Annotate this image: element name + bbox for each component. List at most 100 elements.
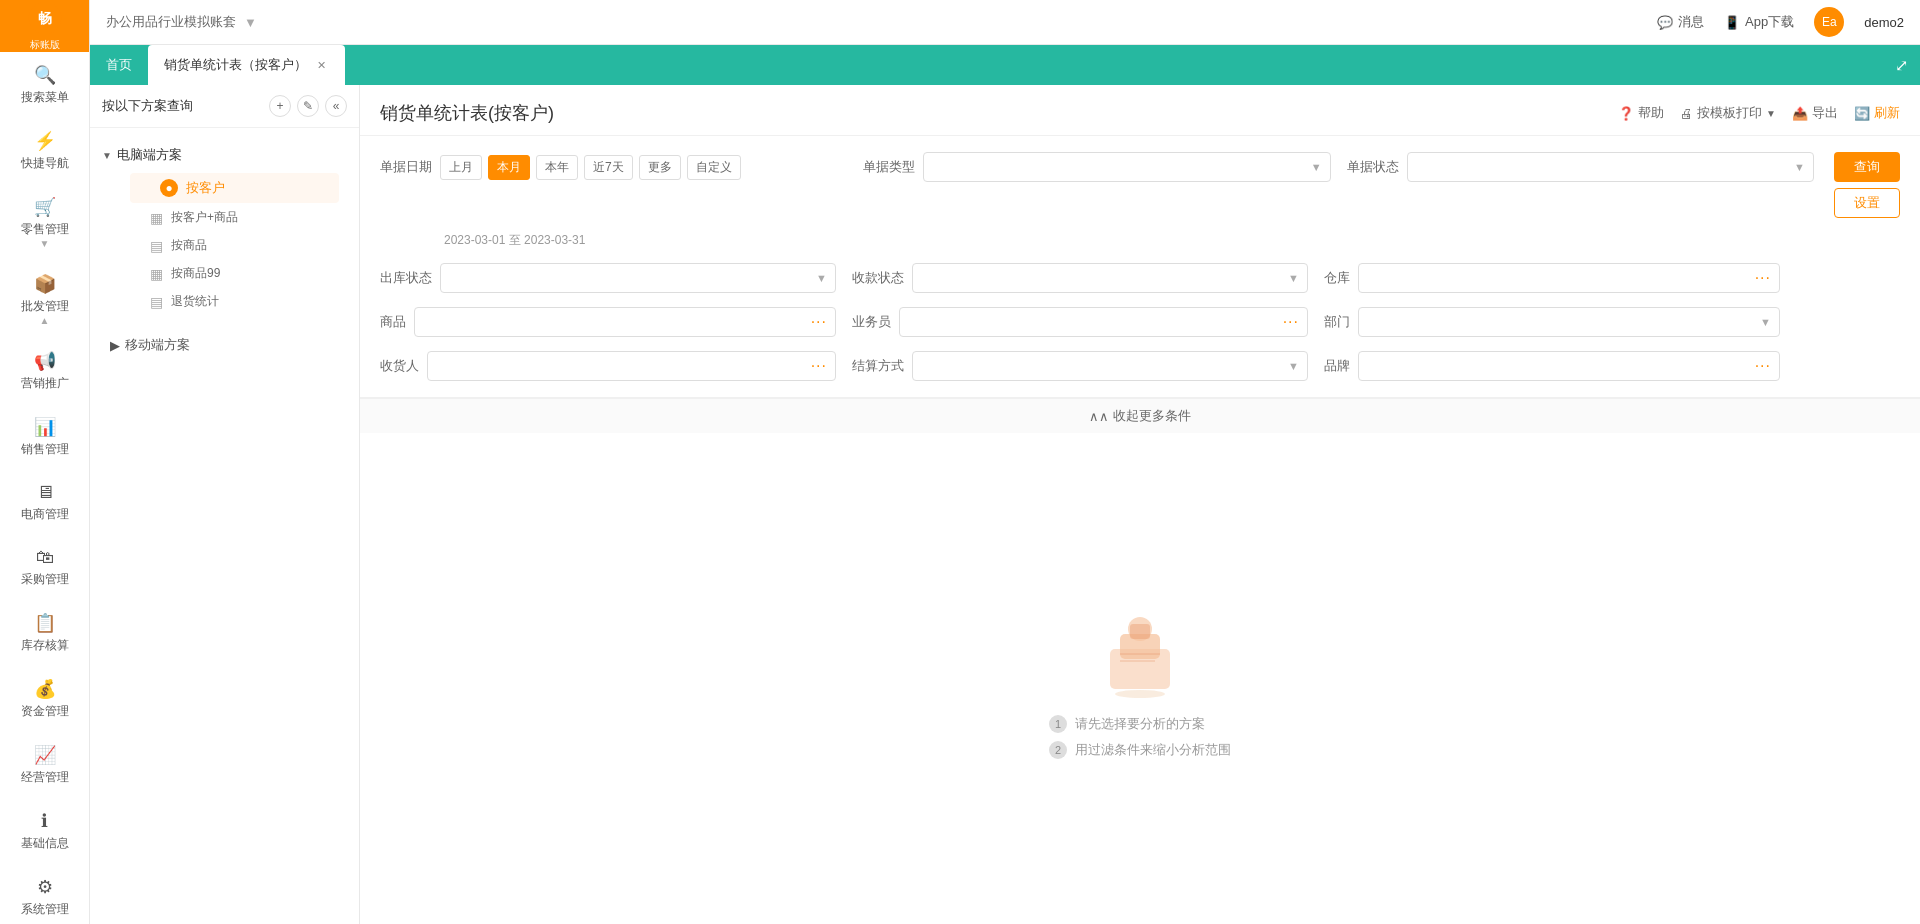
mobile-group-label: 移动端方案 [125,336,190,354]
collapse-panel-button[interactable]: « [325,95,347,117]
wholesale-icon: 📦 [34,273,56,295]
payment-select[interactable]: ▼ [912,263,1308,293]
marketing-icon: 📢 [34,350,56,372]
desktop-group: ▼ 电脑端方案 ● 按客户 ▦ 按客户+商品 [90,136,359,326]
help-button[interactable]: ❓ 帮助 [1618,104,1664,122]
settlement-select[interactable]: ▼ [912,351,1308,381]
sidebar-item-inventory[interactable]: 📋 库存核算 [0,600,90,666]
tab-home[interactable]: 首页 [90,45,148,85]
outbound-arrow-icon: ▼ [816,272,827,284]
tabbar: 首页 销货单统计表（按客户） ✕ ⤢ [90,45,1920,85]
add-scheme-button[interactable]: + [269,95,291,117]
sidebar-item-finance[interactable]: 💰 资金管理 [0,666,90,732]
outbound-select[interactable]: ▼ [440,263,836,293]
tab-home-label: 首页 [106,56,132,74]
tree-item-label-goods99: 按商品99 [171,265,220,282]
sidebar-item-marketing[interactable]: 📢 营销推广 [0,338,90,404]
username: demo2 [1864,15,1904,30]
sidebar-item-operation[interactable]: 📈 经营管理 [0,732,90,798]
salesperson-select[interactable]: ··· [899,307,1308,337]
sidebar-item-retail[interactable]: 🛒 零售管理 ▼ [0,184,90,261]
tree-item-by-goods99[interactable]: ▦ 按商品99 [130,260,339,287]
desktop-group-header[interactable]: ▼ 电脑端方案 [102,142,347,168]
desktop-subgroup: ● 按客户 ▦ 按客户+商品 ▤ 按商品 ▦ [102,168,347,320]
date-btn-thismonth[interactable]: 本月 [488,155,530,180]
arrow-right-icon: ▶ [110,338,120,353]
page-title-actions: ❓ 帮助 🖨 按模板打印 ▼ 📤 导出 🔄 刷新 [1618,104,1900,122]
platform-dropdown-icon[interactable]: ▼ [244,15,257,30]
brand-select[interactable]: ··· [1358,351,1780,381]
app-download-button[interactable]: 📱 App下载 [1724,13,1794,31]
tip-num-1: 1 [1049,715,1067,733]
logo[interactable]: 畅 标账版 [0,0,90,52]
template-dropdown-icon: ▼ [1766,108,1776,119]
filter-row4: 收货人 ··· 结算方式 ▼ 品牌 [380,351,1900,381]
svg-text:畅: 畅 [38,10,52,26]
message-label: 消息 [1678,13,1704,31]
warehouse-dots[interactable]: ··· [1755,269,1771,287]
receiver-select[interactable]: ··· [427,351,836,381]
logo-subtitle: 标账版 [30,38,60,52]
export-button[interactable]: 📤 导出 [1792,104,1838,122]
refresh-button[interactable]: 🔄 刷新 [1854,104,1900,122]
date-range-display: 2023-03-01 至 2023-03-31 [444,233,585,247]
salesperson-dots[interactable]: ··· [1283,313,1299,331]
tab-expand-button[interactable]: ⤢ [1883,56,1920,75]
message-button[interactable]: 💬 消息 [1657,13,1704,31]
tab-close-button[interactable]: ✕ [313,57,329,73]
query-button[interactable]: 查询 [1834,152,1900,182]
tab-sales-stats[interactable]: 销货单统计表（按客户） ✕ [148,45,345,85]
receiver-dots[interactable]: ··· [811,357,827,375]
tree-item-by-goods[interactable]: ▤ 按商品 [130,232,339,259]
sidebar-item-basic[interactable]: ℹ 基础信息 [0,798,90,864]
goods-select[interactable]: ··· [414,307,836,337]
brand-dots[interactable]: ··· [1755,357,1771,375]
receiver-filter-item: 收货人 ··· [380,351,836,381]
avatar[interactable]: Ea [1814,7,1844,37]
tree-item-by-customer[interactable]: ● 按客户 [130,173,339,203]
outbound-filter-item: 出库状态 ▼ [380,263,836,293]
doc-type-select[interactable]: ▼ [923,152,1330,182]
svg-point-8 [1115,690,1165,698]
sidebar-item-ecom[interactable]: 🖥 电商管理 [0,470,90,535]
tip-num-2: 2 [1049,741,1067,759]
date-btn-thisyear[interactable]: 本年 [536,155,578,180]
system-icon: ⚙ [37,876,53,898]
tree-item-return-stats[interactable]: ▤ 退货统计 [130,288,339,315]
sidebar-item-sales[interactable]: 📊 销售管理 [0,404,90,470]
receiver-label: 收货人 [380,357,419,375]
filter-row3: 商品 ··· 业务员 ··· 部门 [380,307,1900,337]
goods-dots[interactable]: ··· [811,313,827,331]
doc-type-filter-item: 单据类型 ▼ [863,152,1330,182]
date-btn-lastmonth[interactable]: 上月 [440,155,482,180]
date-btn-7days[interactable]: 近7天 [584,155,633,180]
sidebar-item-wholesale[interactable]: 📦 批发管理 ▲ [0,261,90,338]
date-btn-more[interactable]: 更多 [639,155,681,180]
department-label: 部门 [1324,313,1350,331]
tree-section: ▼ 电脑端方案 ● 按客户 ▦ 按客户+商品 [90,128,359,372]
payment-label: 收款状态 [852,269,904,287]
left-panel-actions: + ✎ « [269,95,347,117]
sidebar-item-purchase[interactable]: 🛍 采购管理 [0,535,90,600]
collapse-row[interactable]: ∧∧ 收起更多条件 [360,398,1920,433]
collapse-up-icon: ∧∧ [1089,409,1109,424]
help-label: 帮助 [1638,104,1664,122]
warehouse-select[interactable]: ··· [1358,263,1780,293]
tree-item-customer-goods[interactable]: ▦ 按客户+商品 [130,204,339,231]
topbar: 办公用品行业模拟账套 ▼ 💬 消息 📱 App下载 Ea demo2 [90,0,1920,45]
date-filter-item: 单据日期 上月 本月 本年 近7天 更多 自定义 [380,155,847,180]
department-select[interactable]: ▼ [1358,307,1780,337]
filter-row2: 出库状态 ▼ 收款状态 ▼ 仓库 [380,263,1900,293]
edit-scheme-button[interactable]: ✎ [297,95,319,117]
doc-status-select[interactable]: ▼ [1407,152,1814,182]
date-btn-custom[interactable]: 自定义 [687,155,741,180]
download-label: App下载 [1745,13,1794,31]
template-print-button[interactable]: 🖨 按模板打印 ▼ [1680,104,1776,122]
sidebar-item-search[interactable]: 🔍 搜索菜单 [0,52,90,118]
empty-tips: 1 请先选择要分析的方案 2 用过滤条件来缩小分析范围 [1049,715,1231,759]
mobile-group-header[interactable]: ▶ 移动端方案 [110,332,347,358]
settings-button[interactable]: 设置 [1834,188,1900,218]
warehouse-label: 仓库 [1324,269,1350,287]
sidebar-item-quicknav[interactable]: ⚡ 快捷导航 [0,118,90,184]
sidebar-item-system[interactable]: ⚙ 系统管理 [0,864,90,924]
